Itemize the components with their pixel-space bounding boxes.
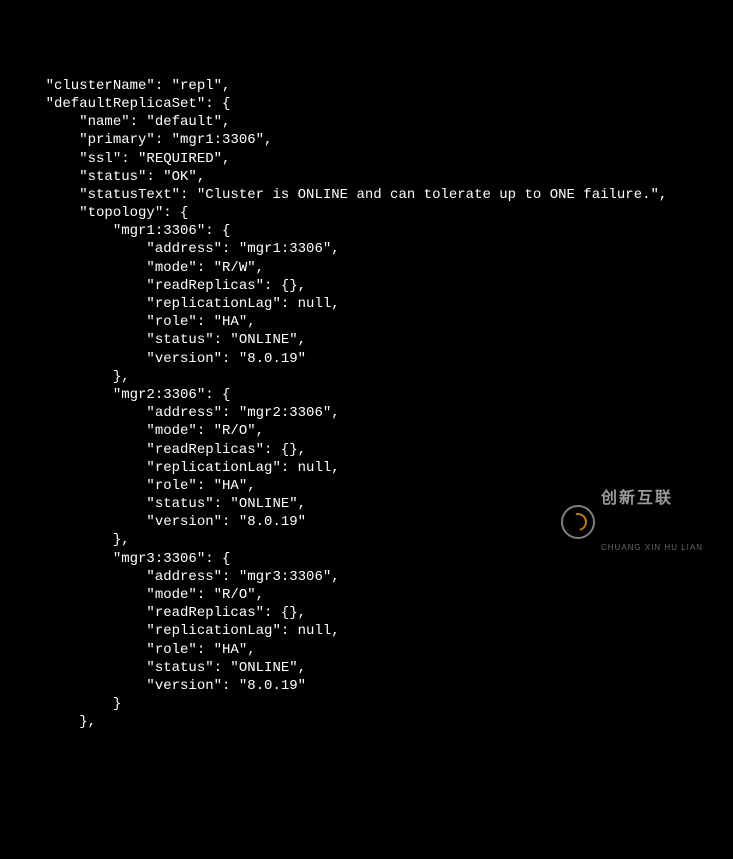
terminal-output: "clusterName": "repl", "defaultReplicaSe… <box>12 77 721 732</box>
code-line: "replicationLag": null, <box>12 622 721 640</box>
code-line: "status": "OK", <box>12 168 721 186</box>
code-line: "mode": "R/O", <box>12 422 721 440</box>
watermark-logo-icon <box>561 505 595 539</box>
code-line: "role": "HA", <box>12 313 721 331</box>
code-line: "readReplicas": {}, <box>12 604 721 622</box>
code-line: "readReplicas": {}, <box>12 277 721 295</box>
watermark: 创新互联 CHUANG XIN HU LIAN <box>561 454 703 589</box>
code-line: "ssl": "REQUIRED", <box>12 150 721 168</box>
code-line: "mgr1:3306": { <box>12 222 721 240</box>
code-line: "role": "HA", <box>12 641 721 659</box>
code-line: "status": "ONLINE", <box>12 659 721 677</box>
code-line: "mgr2:3306": { <box>12 386 721 404</box>
code-line: "primary": "mgr1:3306", <box>12 131 721 149</box>
code-line: "clusterName": "repl", <box>12 77 721 95</box>
code-line: "version": "8.0.19" <box>12 677 721 695</box>
code-line: "address": "mgr1:3306", <box>12 240 721 258</box>
code-line: } <box>12 695 721 713</box>
code-line: "name": "default", <box>12 113 721 131</box>
code-line: "version": "8.0.19" <box>12 350 721 368</box>
watermark-text: 创新互联 CHUANG XIN HU LIAN <box>601 454 703 589</box>
code-line: }, <box>12 368 721 386</box>
code-line: "address": "mgr2:3306", <box>12 404 721 422</box>
code-line: "replicationLag": null, <box>12 295 721 313</box>
watermark-en: CHUANG XIN HU LIAN <box>601 543 703 553</box>
code-line: "topology": { <box>12 204 721 222</box>
code-line: "status": "ONLINE", <box>12 331 721 349</box>
code-line: "defaultReplicaSet": { <box>12 95 721 113</box>
watermark-cn: 创新互联 <box>601 491 703 507</box>
code-line: "statusText": "Cluster is ONLINE and can… <box>12 186 721 204</box>
code-line: "mode": "R/W", <box>12 259 721 277</box>
code-line: }, <box>12 713 721 731</box>
